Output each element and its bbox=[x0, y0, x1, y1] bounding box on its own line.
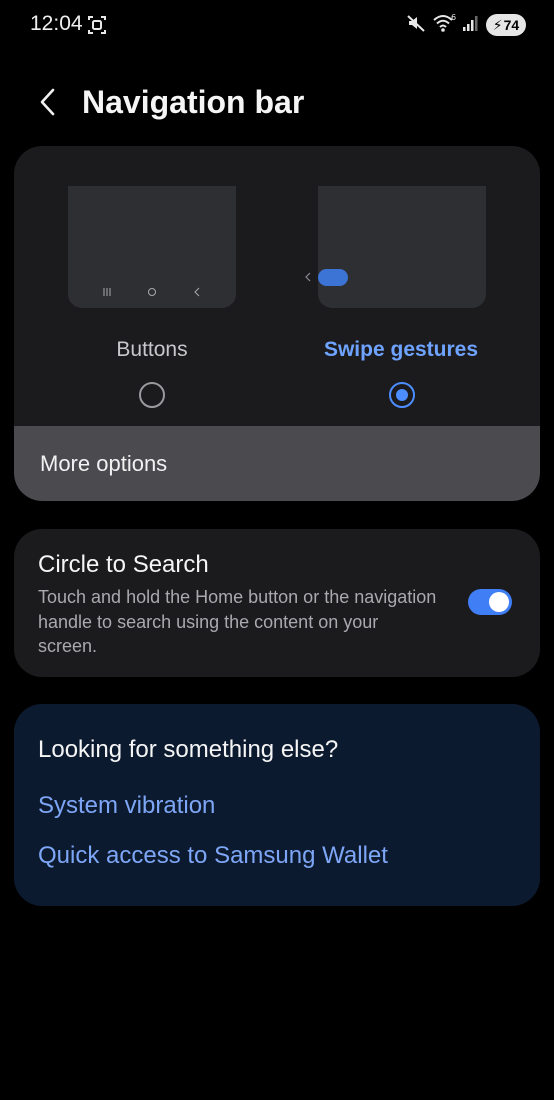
option-swipe-gestures-label: Swipe gestures bbox=[323, 338, 479, 361]
link-system-vibration[interactable]: System vibration bbox=[38, 792, 215, 820]
toggle-knob bbox=[489, 592, 509, 612]
back-arrow-icon bbox=[38, 87, 58, 122]
battery-level: 74 bbox=[503, 17, 520, 33]
circle-to-search-card[interactable]: Circle to Search Touch and hold the Home… bbox=[14, 529, 540, 677]
option-buttons-label: Buttons bbox=[116, 338, 188, 361]
radio-selected-dot bbox=[396, 389, 408, 401]
status-bar: 12:04 6 ⚡ 74 bbox=[0, 0, 554, 50]
page-title: Navigation bar bbox=[82, 84, 305, 120]
battery-charging-icon: ⚡ bbox=[492, 16, 503, 33]
suggestions-title: Looking for something else? bbox=[38, 736, 339, 763]
signal-icon bbox=[462, 13, 480, 38]
status-time: 12:04 bbox=[30, 12, 83, 35]
battery-indicator: ⚡ 74 bbox=[486, 14, 526, 36]
wifi-icon: 6 bbox=[432, 13, 456, 38]
swipe-gestures-radio[interactable] bbox=[389, 382, 415, 408]
status-icons: 6 ⚡ 74 bbox=[406, 13, 526, 37]
home-icon bbox=[147, 286, 157, 300]
more-options-button[interactable]: More options bbox=[14, 426, 540, 501]
buttons-preview bbox=[68, 186, 236, 308]
svg-text:6: 6 bbox=[451, 13, 456, 22]
circle-to-search-description: Touch and hold the Home button or the na… bbox=[38, 587, 437, 656]
screenshot-icon bbox=[88, 15, 106, 35]
circle-to-search-toggle[interactable] bbox=[468, 589, 512, 615]
circle-to-search-title: Circle to Search bbox=[38, 551, 209, 578]
nav-back-icon bbox=[192, 286, 202, 300]
recents-icon bbox=[102, 286, 112, 300]
link-samsung-wallet[interactable]: Quick access to Samsung Wallet bbox=[38, 842, 388, 870]
navigation-type-card: Buttons Swipe gestures More options bbox=[14, 146, 540, 501]
mute-icon bbox=[406, 13, 426, 38]
gestures-preview bbox=[305, 186, 486, 308]
buttons-radio[interactable] bbox=[139, 382, 165, 408]
option-swipe-gestures[interactable]: Swipe gestures bbox=[277, 146, 540, 426]
suggestions-card: Looking for something else? System vibra… bbox=[14, 704, 540, 906]
gesture-handle-icon bbox=[304, 268, 350, 293]
back-button[interactable] bbox=[30, 84, 66, 124]
option-buttons[interactable]: Buttons bbox=[14, 146, 277, 426]
